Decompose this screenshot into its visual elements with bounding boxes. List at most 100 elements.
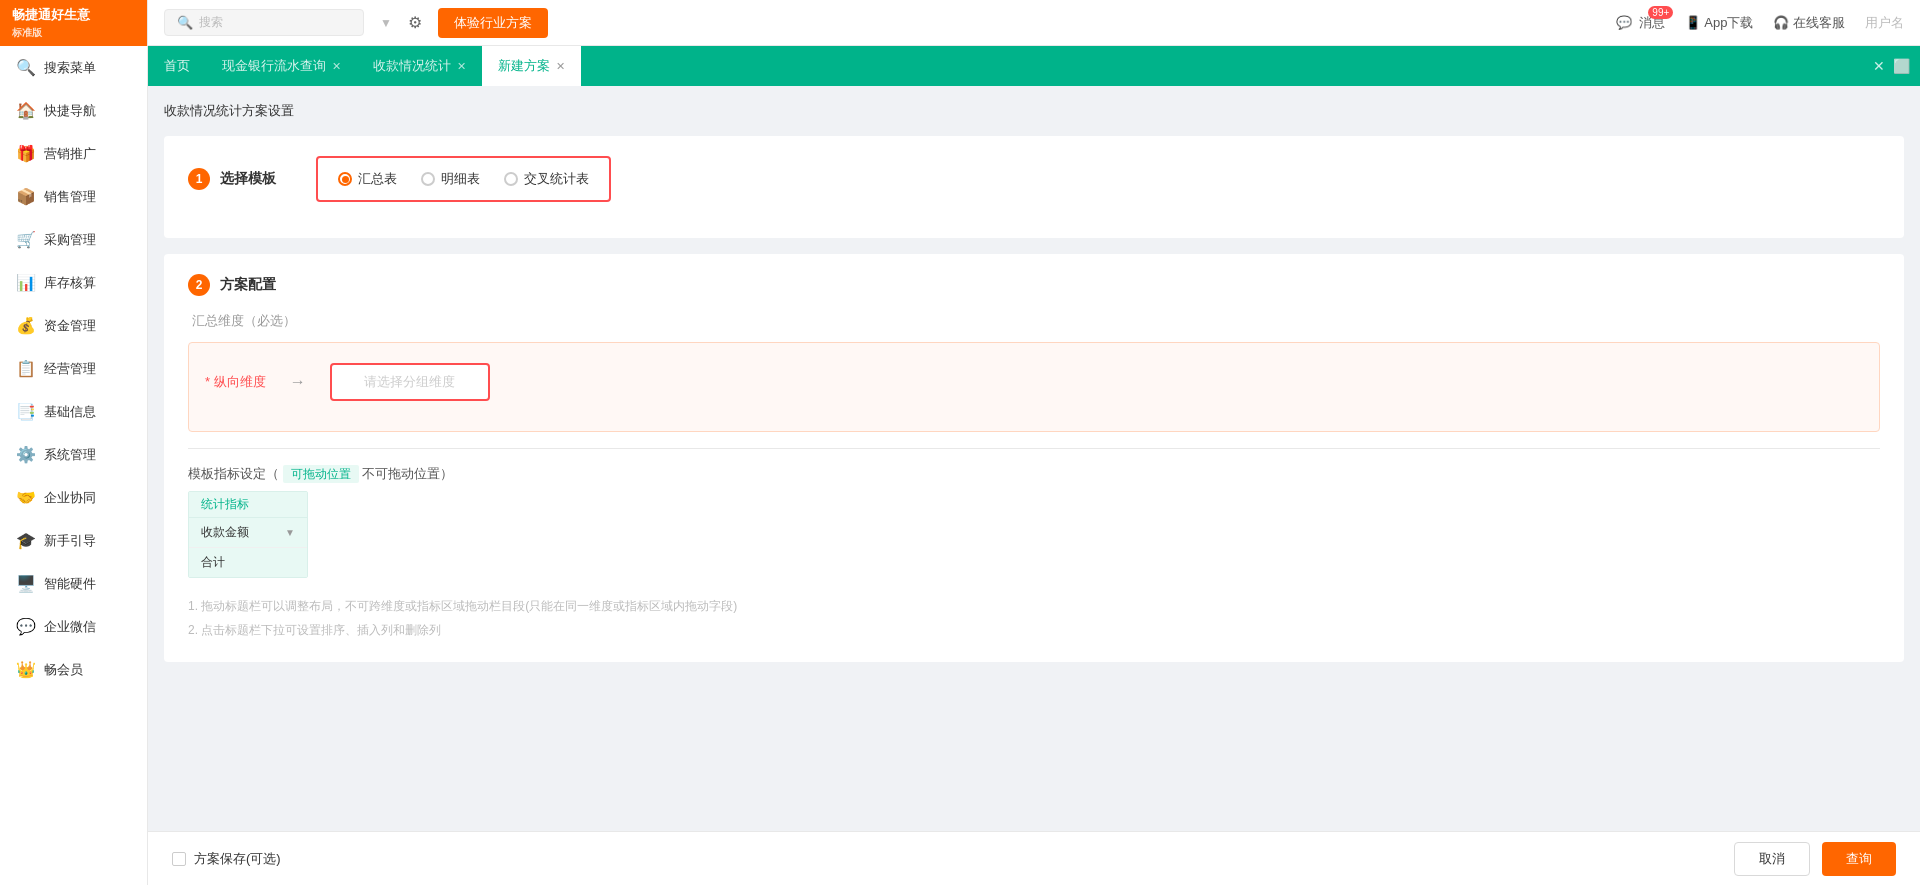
message-badge[interactable]: 💬 99+ 消息 [1616, 14, 1666, 32]
sidebar-item-quick-nav[interactable]: 🏠 快捷导航 [0, 89, 147, 132]
online-support[interactable]: 🎧 在线客服 [1773, 14, 1845, 32]
metrics-stats: 统计指标 收款金额 ▼ 合计 [188, 491, 308, 578]
tab-collection-stats[interactable]: 收款情况统计 ✕ [357, 46, 482, 86]
step2-header: 2 方案配置 [188, 274, 1880, 296]
breadcrumb: 收款情况统计方案设置 [164, 102, 1904, 120]
radio-detail-label: 明细表 [441, 170, 480, 188]
tip-1: 1. 拖动标题栏可以调整布局，不可跨维度或指标区域拖动栏目段(只能在同一维度或指… [188, 594, 1880, 618]
sidebar-item-label: 销售管理 [44, 188, 96, 206]
sidebar-item-label: 企业微信 [44, 618, 96, 636]
sidebar-item-member[interactable]: 👑 畅会员 [0, 648, 147, 691]
save-option: 方案保存(可选) [172, 850, 281, 868]
gear-icon[interactable]: ⚙ [408, 13, 422, 32]
tab-new-plan[interactable]: 新建方案 ✕ [482, 46, 581, 86]
step1-num: 1 [188, 168, 210, 190]
operation-icon: 📋 [16, 359, 36, 378]
sidebar-item-label: 库存核算 [44, 274, 96, 292]
sidebar-item-operation[interactable]: 📋 经营管理 [0, 347, 147, 390]
radio-summary-label: 汇总表 [358, 170, 397, 188]
radio-crosstab[interactable]: 交叉统计表 [504, 170, 589, 188]
save-label: 方案保存(可选) [194, 850, 281, 868]
radio-crosstab-circle [504, 172, 518, 186]
topbar-dropdown[interactable]: ▼ [380, 16, 392, 30]
draggable-badge: 可拖动位置 [283, 465, 359, 483]
save-checkbox[interactable] [172, 852, 186, 866]
bottom-actions: 取消 查询 [1734, 842, 1896, 876]
tab-home-label: 首页 [164, 57, 190, 75]
sidebar-item-cooperation[interactable]: 🤝 企业协同 [0, 476, 147, 519]
config-section: 汇总维度（必选） * 纵向维度 → 请选择分组维度 [188, 312, 1880, 642]
sidebar-item-system[interactable]: ⚙️ 系统管理 [0, 433, 147, 476]
sidebar-item-label: 新手引导 [44, 532, 96, 550]
metrics-section: 模板指标设定（ 可拖动位置 不可拖动位置） 统计指标 收款金额 ▼ 合计 [188, 465, 1880, 578]
quick-nav-icon: 🏠 [16, 101, 36, 120]
amount-label: 收款金额 [201, 524, 249, 541]
purchase-icon: 🛒 [16, 230, 36, 249]
basic-info-icon: 📑 [16, 402, 36, 421]
sidebar-item-inventory[interactable]: 📊 库存核算 [0, 261, 147, 304]
sidebar-item-wechat[interactable]: 💬 企业微信 [0, 605, 147, 648]
industry-btn[interactable]: 体验行业方案 [438, 8, 548, 38]
topbar: 🔍 搜索 ▼ ⚙ 体验行业方案 💬 99+ 消息 📱 App下载 🎧 在线客服 … [148, 0, 1920, 46]
sidebar-item-sales[interactable]: 📦 销售管理 [0, 175, 147, 218]
sidebar-item-purchase[interactable]: 🛒 采购管理 [0, 218, 147, 261]
member-icon: 👑 [16, 660, 36, 679]
sidebar-item-hardware[interactable]: 🖥️ 智能硬件 [0, 562, 147, 605]
message-count: 99+ [1648, 6, 1673, 19]
radio-group: 汇总表 明细表 交叉统计表 [338, 170, 589, 188]
user-name[interactable]: 用户名 [1865, 14, 1904, 32]
finance-icon: 💰 [16, 316, 36, 335]
radio-detail-circle [421, 172, 435, 186]
tab-collection-stats-label: 收款情况统计 [373, 57, 451, 75]
step1-title: 选择模板 [220, 170, 276, 188]
dropdown-icon: ▼ [285, 527, 295, 538]
sidebar-item-label: 搜索菜单 [44, 59, 96, 77]
grid-area: * 纵向维度 → 请选择分组维度 [188, 342, 1880, 432]
logo-badge: 标准版 [12, 26, 90, 40]
stats-item-amount[interactable]: 收款金额 ▼ [189, 518, 307, 548]
tab-home[interactable]: 首页 [148, 46, 206, 86]
bottom-bar: 方案保存(可选) 取消 查询 [148, 831, 1920, 885]
sidebar-item-label: 畅会员 [44, 661, 83, 679]
sidebar-item-newbie[interactable]: 🎓 新手引导 [0, 519, 147, 562]
search-icon: 🔍 [177, 15, 193, 30]
cancel-button[interactable]: 取消 [1734, 842, 1810, 876]
maximize-icon[interactable]: ⬜ [1893, 58, 1910, 74]
sidebar-item-label: 系统管理 [44, 446, 96, 464]
close-window-icon[interactable]: ✕ [1873, 58, 1885, 74]
support-icon: 🎧 [1773, 15, 1789, 30]
tabbar: 首页 现金银行流水查询 ✕ 收款情况统计 ✕ 新建方案 ✕ ✕ ⬜ [148, 46, 1920, 86]
sidebar-item-label: 智能硬件 [44, 575, 96, 593]
sidebar-item-finance[interactable]: 💰 资金管理 [0, 304, 147, 347]
topbar-search[interactable]: 🔍 搜索 [164, 9, 364, 36]
app-download[interactable]: 📱 App下载 [1685, 14, 1753, 32]
arrow-icon: → [290, 373, 306, 391]
sidebar-item-search-menu[interactable]: 🔍 搜索菜单 [0, 46, 147, 89]
query-button[interactable]: 查询 [1822, 842, 1896, 876]
tab-bank-flow[interactable]: 现金银行流水查询 ✕ [206, 46, 357, 86]
sidebar-item-basic-info[interactable]: 📑 基础信息 [0, 390, 147, 433]
radio-detail[interactable]: 明细表 [421, 170, 480, 188]
sidebar-item-label: 企业协同 [44, 489, 96, 507]
radio-summary[interactable]: 汇总表 [338, 170, 397, 188]
hardware-icon: 🖥️ [16, 574, 36, 593]
tab-new-plan-close[interactable]: ✕ [556, 60, 565, 73]
sidebar-logo: 畅捷通好生意 标准版 [0, 0, 147, 46]
divider [188, 448, 1880, 449]
step2-card: 2 方案配置 汇总维度（必选） * 纵向维度 → 请选择分组维度 [164, 254, 1904, 662]
tab-collection-stats-close[interactable]: ✕ [457, 60, 466, 73]
sidebar-item-label: 基础信息 [44, 403, 96, 421]
stats-total: 合计 [189, 548, 307, 577]
logo-name: 畅捷通好生意 [12, 6, 90, 24]
radio-crosstab-label: 交叉统计表 [524, 170, 589, 188]
sidebar-item-marketing[interactable]: 🎁 营销推广 [0, 132, 147, 175]
tabbar-right: ✕ ⬜ [1873, 58, 1920, 74]
template-options: 汇总表 明细表 交叉统计表 [316, 156, 611, 202]
sidebar-item-label: 营销推广 [44, 145, 96, 163]
app-icon: 📱 [1685, 15, 1701, 30]
stats-title: 统计指标 [189, 492, 307, 518]
dim-select[interactable]: 请选择分组维度 [330, 363, 490, 401]
sidebar-item-label: 采购管理 [44, 231, 96, 249]
vertical-dim-label: * 纵向维度 [205, 373, 266, 391]
tab-bank-flow-close[interactable]: ✕ [332, 60, 341, 73]
